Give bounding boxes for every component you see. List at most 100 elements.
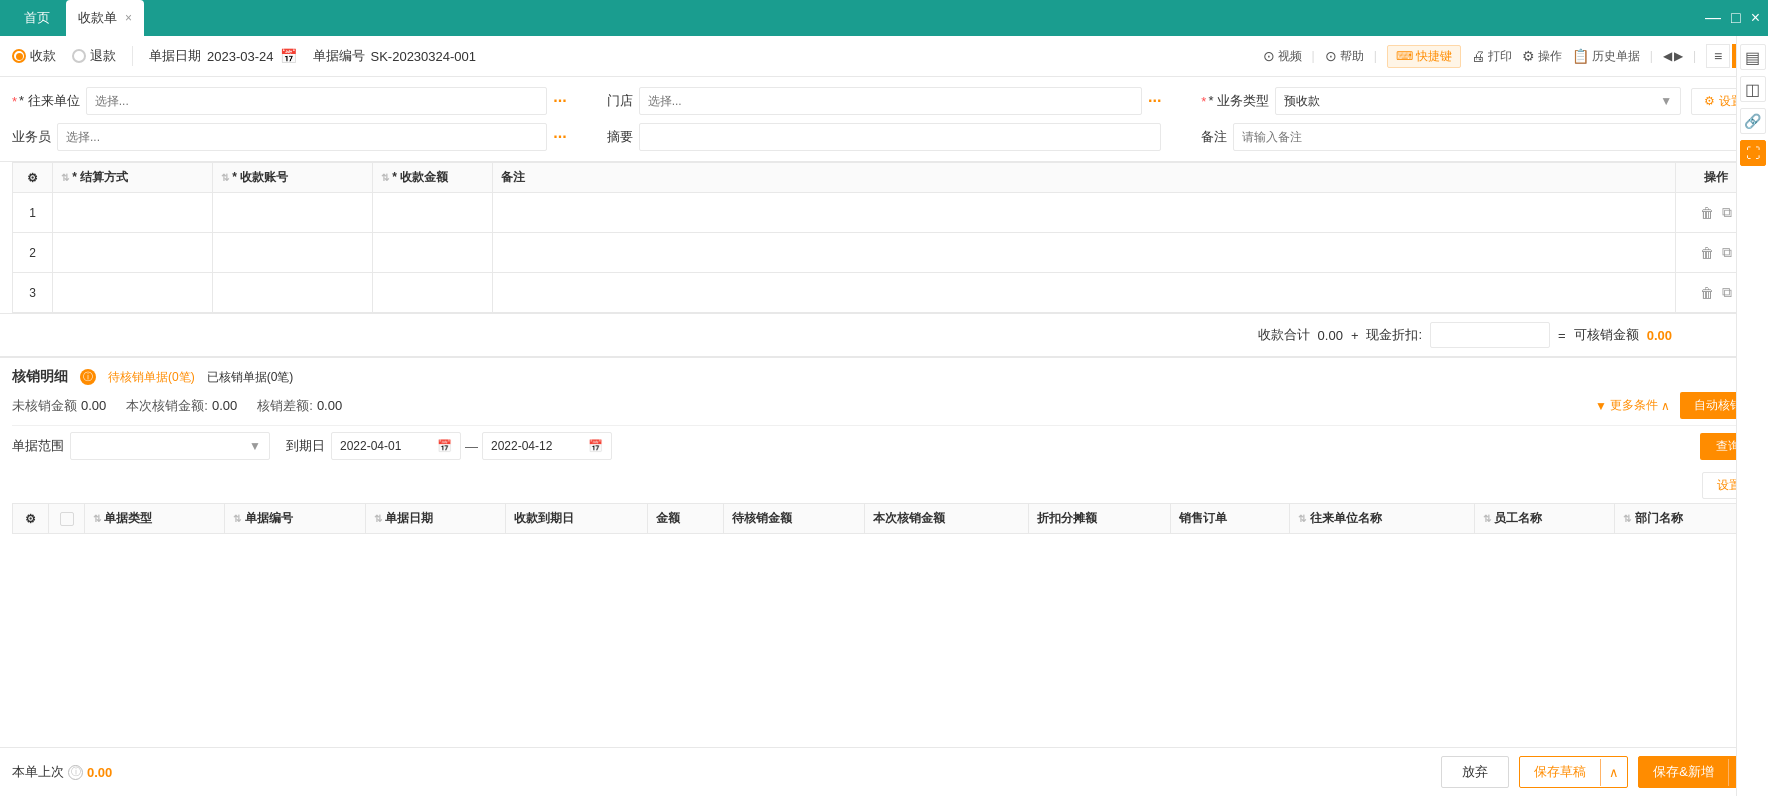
counterpart-input[interactable] <box>86 87 548 115</box>
print-btn[interactable]: 🖨 打印 <box>1471 48 1512 65</box>
more-filter-btn[interactable]: ▼ 更多条件 ∧ <box>1595 397 1670 414</box>
more-filter-label: 更多条件 <box>1610 397 1658 414</box>
discard-label: 放弃 <box>1462 764 1488 779</box>
ops-label: 操作 <box>1538 48 1562 65</box>
sort-icon-num: ⇅ <box>233 513 241 524</box>
diff-value: 0.00 <box>317 398 342 413</box>
row2-copy-btn[interactable]: ⧉ <box>1722 244 1732 261</box>
row3-delete-btn[interactable]: 🗑 <box>1700 285 1714 301</box>
sub-th-setting[interactable]: ⚙ <box>13 504 49 534</box>
tab-active[interactable]: 收款单 × <box>66 0 144 36</box>
range-select[interactable]: ▼ <box>70 432 270 460</box>
plus-sign: + <box>1351 328 1359 343</box>
due-to-date[interactable]: 2022-04-12 📅 <box>482 432 612 460</box>
current-value: 0.00 <box>212 398 237 413</box>
help-btn[interactable]: ⊙ 帮助 <box>1325 48 1364 65</box>
discount-input[interactable] <box>1430 322 1550 348</box>
th-amount-label: * 收款金额 <box>392 170 448 184</box>
cal-icon[interactable]: 📅 <box>280 48 297 64</box>
window-min-btn[interactable]: — <box>1705 9 1721 27</box>
shortcut-btn[interactable]: ⌨ 快捷键 <box>1387 45 1461 68</box>
date-value: 2023-03-24 <box>207 49 274 64</box>
date-range-dash: — <box>465 439 478 454</box>
row3-copy-btn[interactable]: ⧉ <box>1722 284 1732 301</box>
diff-label: 核销差额: <box>257 397 313 415</box>
tab-home-label: 首页 <box>24 9 50 27</box>
done-tab-link[interactable]: 已核销单据(0笔) <box>207 369 294 386</box>
auto-btn-label: 自动核销 <box>1694 398 1742 412</box>
staff-more-btn[interactable]: ··· <box>553 128 566 146</box>
sub-th-date-label: 单据日期 <box>385 511 433 525</box>
counterpart-more-btn[interactable]: ··· <box>553 92 566 110</box>
sub-th-partner-label: 往来单位名称 <box>1310 511 1382 525</box>
due-from-value: 2022-04-01 <box>340 439 437 453</box>
unchecked-label: 未核销金额 <box>12 397 77 415</box>
right-panel-btn4[interactable]: ⛶ <box>1740 140 1766 166</box>
store-input[interactable] <box>639 87 1142 115</box>
due-from-date[interactable]: 2022-04-01 📅 <box>331 432 461 460</box>
range-label: 单据范围 <box>12 437 64 455</box>
staff-input[interactable] <box>57 123 547 151</box>
sub-th-type: ⇅ 单据类型 <box>85 504 225 534</box>
prev-label: 本单上次 <box>12 763 64 781</box>
sub-th-current-label: 本次核销金额 <box>873 511 945 525</box>
sort-icon-dept: ⇅ <box>1623 513 1631 524</box>
tab-active-label: 收款单 <box>78 9 117 27</box>
store-label: 门店 <box>607 92 633 110</box>
chevron-up-icon: ∧ <box>1661 399 1670 413</box>
table-row: 3 🗑 ⧉ <box>13 273 1756 313</box>
sub-setting-icon: ⚙ <box>25 512 36 526</box>
total-value: 0.00 <box>1318 328 1343 343</box>
history-btn[interactable]: 📋 历史单据 <box>1572 48 1640 65</box>
reconcile-info-icon[interactable]: ⓘ <box>80 369 96 385</box>
th-amount: ⇅ * 收款金额 <box>373 163 493 193</box>
th-account: ⇅ * 收款账号 <box>213 163 373 193</box>
biz-type-select[interactable]: 预收款 ▼ <box>1275 87 1681 115</box>
row2-delete-btn[interactable]: 🗑 <box>1700 245 1714 261</box>
checkbox-all[interactable] <box>60 512 74 526</box>
nav-next-btn[interactable]: ▶ <box>1674 49 1683 63</box>
draft-arrow-icon[interactable]: ∧ <box>1600 759 1627 786</box>
video-btn[interactable]: ⊙ 视频 <box>1263 48 1302 65</box>
biz-type-value: 预收款 <box>1284 93 1320 110</box>
bottom-info-icon[interactable]: ⓘ <box>68 765 83 780</box>
th-note-label: 备注 <box>501 170 525 184</box>
summary-input[interactable] <box>639 123 1162 151</box>
print-label: 打印 <box>1488 48 1512 65</box>
net-label: 可核销金额 <box>1574 326 1639 344</box>
unchecked-value: 0.00 <box>81 398 106 413</box>
due-to-value: 2022-04-12 <box>491 439 588 453</box>
due-label: 到期日 <box>286 437 325 455</box>
tab-home[interactable]: 首页 <box>8 0 66 36</box>
store-more-btn[interactable]: ··· <box>1148 92 1161 110</box>
history-label: 历史单据 <box>1592 48 1640 65</box>
row1-delete-btn[interactable]: 🗑 <box>1700 205 1714 221</box>
tab-close-icon[interactable]: × <box>125 11 132 25</box>
th-note: 备注 <box>493 163 1676 193</box>
sub-th-check[interactable] <box>49 504 85 534</box>
nav-prev-btn[interactable]: ◀ <box>1663 49 1672 63</box>
draft-main-label: 保存草稿 <box>1520 757 1600 787</box>
main-table: ⚙ ⇅ * 结算方式 ⇅ * 收款账号 ⇅ * 收款金额 <box>12 162 1756 313</box>
row1-copy-btn[interactable]: ⧉ <box>1722 204 1732 221</box>
filter-icon: ▼ <box>1595 399 1607 413</box>
window-close-btn[interactable]: × <box>1751 9 1760 27</box>
sub-th-pending: 待核销金额 <box>723 504 865 534</box>
sort-icon3: ⇅ <box>381 172 389 183</box>
sub-th-due-label: 收款到期日 <box>514 511 574 525</box>
radio-refund[interactable]: 退款 <box>72 47 116 65</box>
th-setting[interactable]: ⚙ <box>13 163 53 193</box>
video-label: 视频 <box>1278 48 1302 65</box>
right-panel-btn2[interactable]: ◫ <box>1740 76 1766 102</box>
window-max-btn[interactable]: □ <box>1731 9 1741 27</box>
right-panel-btn3[interactable]: 🔗 <box>1740 108 1766 134</box>
draft-btn[interactable]: 保存草稿 ∧ <box>1519 756 1628 788</box>
th-settle: ⇅ * 结算方式 <box>53 163 213 193</box>
right-panel-btn1[interactable]: ▤ <box>1740 44 1766 70</box>
pending-tab-link[interactable]: 待核销单据(0笔) <box>108 369 195 386</box>
radio-receive[interactable]: 收款 <box>12 47 56 65</box>
note-input[interactable] <box>1233 123 1756 151</box>
view-list-btn[interactable]: ≡ <box>1706 44 1730 68</box>
ops-btn[interactable]: ⚙ 操作 <box>1522 48 1562 65</box>
discard-btn[interactable]: 放弃 <box>1441 756 1509 788</box>
